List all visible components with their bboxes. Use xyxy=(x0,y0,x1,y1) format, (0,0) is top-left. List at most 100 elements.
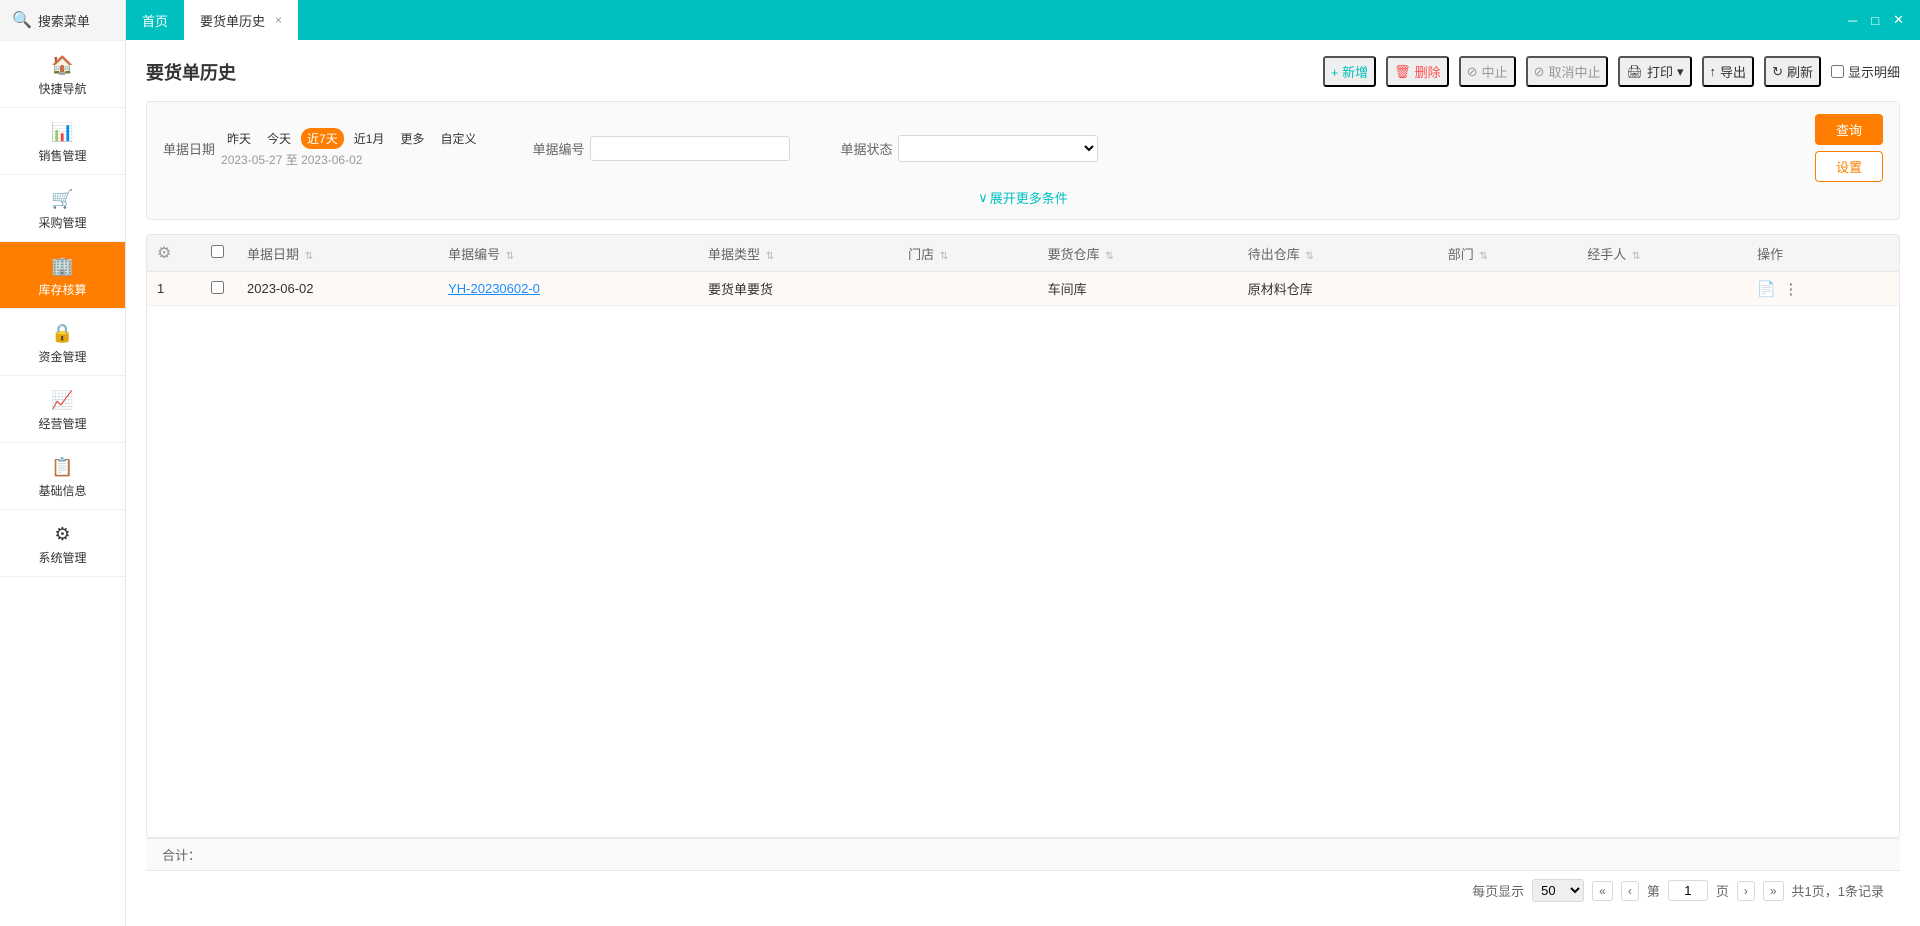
date-shortcut-自定义[interactable]: 自定义 xyxy=(434,128,482,149)
cell-op: 📄 ⋮ xyxy=(1747,272,1899,306)
inventory-label: 库存核算 xyxy=(38,281,86,298)
date-shortcut-更多[interactable]: 更多 xyxy=(394,128,430,149)
cell-checkbox xyxy=(197,272,237,306)
per-page-select[interactable]: 50 100 200 xyxy=(1532,879,1584,902)
purchase-icon: 🛒 xyxy=(51,189,73,210)
docstatus-label: 单据状态 xyxy=(840,139,892,158)
col-handler[interactable]: 经手人 ⇅ xyxy=(1577,235,1747,272)
stop-icon: ⊘ xyxy=(1467,64,1478,80)
total-label: 合计： xyxy=(162,845,201,864)
page-last-btn[interactable]: » xyxy=(1763,881,1784,901)
page-prev-btn[interactable]: ‹ xyxy=(1621,881,1639,901)
export-icon: ↑ xyxy=(1710,64,1717,79)
col-date[interactable]: 单据日期 ⇅ xyxy=(237,235,438,272)
date-shortcut-今天[interactable]: 今天 xyxy=(261,128,297,149)
col-doctype[interactable]: 单据类型 ⇅ xyxy=(698,235,898,272)
col-date-label: 单据日期 xyxy=(247,247,299,262)
print-button[interactable]: 🖨 打印 ▾ xyxy=(1618,56,1691,87)
search-icon: 🔍 xyxy=(12,10,32,30)
sort-dept-icon: ⇅ xyxy=(1479,251,1487,262)
col-shop[interactable]: 门店 ⇅ xyxy=(898,235,1038,272)
sort-docno-icon: ⇅ xyxy=(506,251,514,262)
tab-close-icon[interactable]: × xyxy=(275,13,282,27)
export-button[interactable]: ↑ 导出 xyxy=(1702,56,1755,87)
table-row: 1 2023-06-02 YH-20230602-0 要货单要货 车间库 原材料… xyxy=(147,272,1899,306)
print-dropdown-icon: ▾ xyxy=(1677,64,1684,80)
col-pending-warehouse[interactable]: 待出仓库 ⇅ xyxy=(1238,235,1438,272)
operation-icon: 📈 xyxy=(51,390,73,411)
finance-icon: 🔒 xyxy=(51,323,73,344)
page-first-btn[interactable]: « xyxy=(1592,881,1613,901)
sort-date-icon: ⇅ xyxy=(305,251,313,262)
page-num-input[interactable] xyxy=(1668,880,1708,901)
date-shortcut-近7天[interactable]: 近7天 xyxy=(301,128,344,149)
date-shortcut-昨天[interactable]: 昨天 xyxy=(221,128,257,149)
delete-icon: 🗑 xyxy=(1394,64,1411,80)
quick-nav-icon: 🏠 xyxy=(51,55,73,76)
topbar-minimize[interactable]: ─ xyxy=(1848,13,1857,28)
new-button[interactable]: + 新增 xyxy=(1323,56,1376,87)
docstatus-select[interactable] xyxy=(898,135,1098,162)
delete-button[interactable]: 🗑 删除 xyxy=(1386,56,1449,87)
col-pending-warehouse-label: 待出仓库 xyxy=(1248,247,1300,262)
col-checkbox-all xyxy=(197,235,237,272)
cancel-stop-button[interactable]: ⊘ 取消中止 xyxy=(1526,56,1609,87)
data-table-wrap: ⚙ 单据日期 ⇅ 单据编号 ⇅ xyxy=(146,234,1900,838)
setting-button[interactable]: 设置 xyxy=(1815,151,1883,182)
sales-icon: 📊 xyxy=(51,122,73,143)
select-all-checkbox[interactable] xyxy=(211,245,224,258)
data-table: ⚙ 单据日期 ⇅ 单据编号 ⇅ xyxy=(147,235,1899,306)
sidebar-item-operation[interactable]: 📈 经营管理 xyxy=(0,376,125,443)
sidebar-item-system[interactable]: ⚙ 系统管理 xyxy=(0,510,125,577)
sidebar-search[interactable]: 🔍 搜索菜单 xyxy=(0,0,125,41)
query-button[interactable]: 查询 xyxy=(1815,114,1883,145)
docno-input[interactable] xyxy=(590,136,790,161)
sort-handler-icon: ⇅ xyxy=(1632,251,1640,262)
date-shortcut-近1月[interactable]: 近1月 xyxy=(348,128,391,149)
sidebar-item-quick-nav[interactable]: 🏠 快捷导航 xyxy=(0,41,125,108)
cell-shop xyxy=(898,272,1038,306)
cancel-icon: ⊘ xyxy=(1534,64,1545,80)
page-next-btn[interactable]: › xyxy=(1737,881,1755,901)
cell-req-warehouse: 车间库 xyxy=(1038,272,1238,306)
topbar-maximize[interactable]: □ xyxy=(1871,13,1879,28)
sidebar-item-sales[interactable]: 📊 销售管理 xyxy=(0,108,125,175)
refresh-button[interactable]: ↻ 刷新 xyxy=(1764,56,1821,87)
tab-home[interactable]: 首页 xyxy=(126,0,184,40)
filter-bar: 单据日期 昨天今天近7天近1月更多自定义 2023-05-27 至 2023-0… xyxy=(146,101,1900,220)
sidebar-item-inventory[interactable]: 🏢 库存核算 xyxy=(0,242,125,309)
expand-more[interactable]: ∨ 展开更多条件 xyxy=(163,188,1883,207)
col-dept[interactable]: 部门 ⇅ xyxy=(1438,235,1578,272)
col-req-warehouse[interactable]: 要货仓库 ⇅ xyxy=(1038,235,1238,272)
sidebar-item-purchase[interactable]: 🛒 采购管理 xyxy=(0,175,125,242)
cell-num: 1 xyxy=(147,272,197,306)
tab-active[interactable]: 要货单历史 × xyxy=(184,0,298,40)
col-docno-label: 单据编号 xyxy=(448,247,500,262)
inventory-icon: 🏢 xyxy=(51,256,73,277)
col-handler-label: 经手人 xyxy=(1587,247,1626,262)
basic-icon: 📋 xyxy=(51,457,73,478)
docno-link[interactable]: YH-20230602-0 xyxy=(448,281,540,296)
display-detail-checkbox[interactable]: 显示明细 xyxy=(1831,62,1900,81)
stop-button[interactable]: ⊘ 中止 xyxy=(1459,56,1516,87)
expand-icon: ∨ xyxy=(978,190,988,206)
cell-pending-warehouse: 原材料仓库 xyxy=(1238,272,1438,306)
sidebar-item-finance[interactable]: 🔒 资金管理 xyxy=(0,309,125,376)
settings-icon[interactable]: ⚙ xyxy=(157,245,171,262)
cell-date: 2023-06-02 xyxy=(237,272,438,306)
col-docno[interactable]: 单据编号 ⇅ xyxy=(438,235,698,272)
docstatus-filter: 单据状态 xyxy=(840,135,1098,162)
sidebar-item-basic[interactable]: 📋 基础信息 xyxy=(0,443,125,510)
page-title-bar: 要货单历史 + 新增 🗑 删除 ⊘ 中止 ⊘ 取消中止 🖨 打印 xyxy=(146,56,1900,87)
system-icon: ⚙ xyxy=(54,524,70,545)
op-view-icon[interactable]: 📄 xyxy=(1757,281,1776,298)
print-icon: 🖨 xyxy=(1626,64,1643,80)
sort-shop-icon: ⇅ xyxy=(940,251,948,262)
op-more-icon[interactable]: ⋮ xyxy=(1783,281,1798,298)
topbar-close[interactable]: ✕ xyxy=(1893,12,1904,28)
display-detail-input[interactable] xyxy=(1831,65,1844,78)
cell-docno: YH-20230602-0 xyxy=(438,272,698,306)
row-checkbox[interactable] xyxy=(211,281,224,294)
toolbar: + 新增 🗑 删除 ⊘ 中止 ⊘ 取消中止 🖨 打印 ▾ xyxy=(1323,56,1900,87)
table-header-row: ⚙ 单据日期 ⇅ 单据编号 ⇅ xyxy=(147,235,1899,272)
